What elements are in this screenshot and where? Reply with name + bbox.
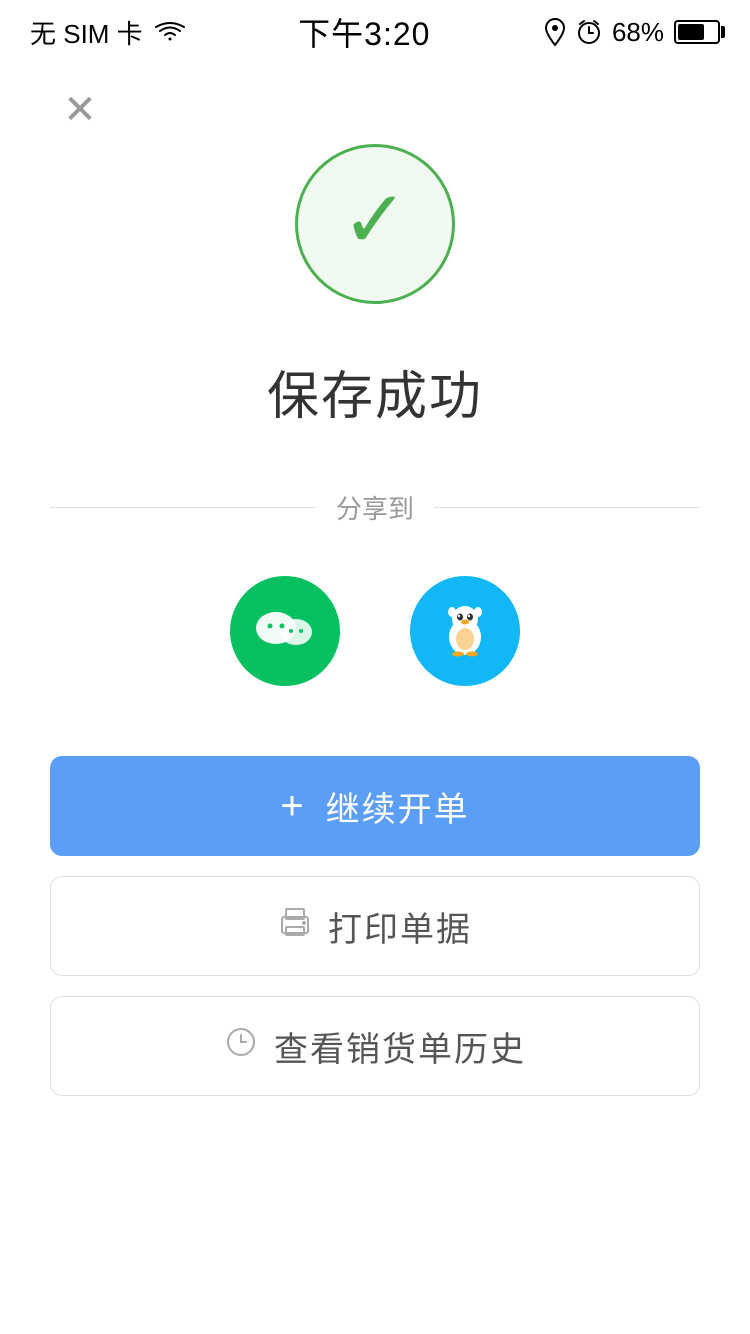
history-button[interactable]: 查看销货单历史 [50, 996, 700, 1096]
status-carrier: 无 SIM 卡 [30, 14, 185, 51]
divider-line-left [50, 507, 316, 508]
print-icon [278, 905, 312, 948]
plus-icon: + [280, 786, 305, 826]
success-title: 保存成功 [267, 354, 483, 429]
print-button[interactable]: 打印单据 [50, 876, 700, 976]
qq-share-button[interactable] [410, 576, 520, 686]
carrier-label: 无 SIM 卡 [30, 14, 143, 51]
checkmark-icon: ✓ [341, 180, 408, 260]
battery-icon [674, 20, 720, 44]
alarm-icon [576, 19, 602, 45]
share-label: 分享到 [336, 489, 414, 526]
success-circle: ✓ [295, 144, 455, 304]
wechat-logo-icon [252, 602, 318, 660]
continue-button[interactable]: + 继续开单 [50, 756, 700, 856]
print-label: 打印单据 [328, 902, 472, 951]
actions-section: + 继续开单 打印单据 [0, 756, 750, 1116]
status-bar: 无 SIM 卡 下午3:20 68% [0, 0, 750, 64]
qq-logo-icon [433, 599, 497, 663]
battery-percent: 68% [612, 17, 664, 48]
share-divider: 分享到 [50, 489, 700, 526]
history-label: 查看销货单历史 [274, 1022, 526, 1071]
wechat-share-button[interactable] [230, 576, 340, 686]
history-icon [224, 1025, 258, 1068]
close-button[interactable]: ✕ [50, 80, 110, 140]
status-time: 下午3:20 [298, 9, 430, 55]
close-icon: ✕ [63, 90, 97, 130]
main-content: ✓ 保存成功 分享到 [0, 64, 750, 1116]
wifi-icon [155, 21, 185, 43]
status-right: 68% [544, 17, 720, 48]
share-icons-row [50, 576, 700, 686]
share-section: 分享到 [0, 489, 750, 686]
location-icon [544, 18, 566, 46]
continue-label: 继续开单 [326, 782, 470, 831]
divider-line-right [434, 507, 700, 508]
